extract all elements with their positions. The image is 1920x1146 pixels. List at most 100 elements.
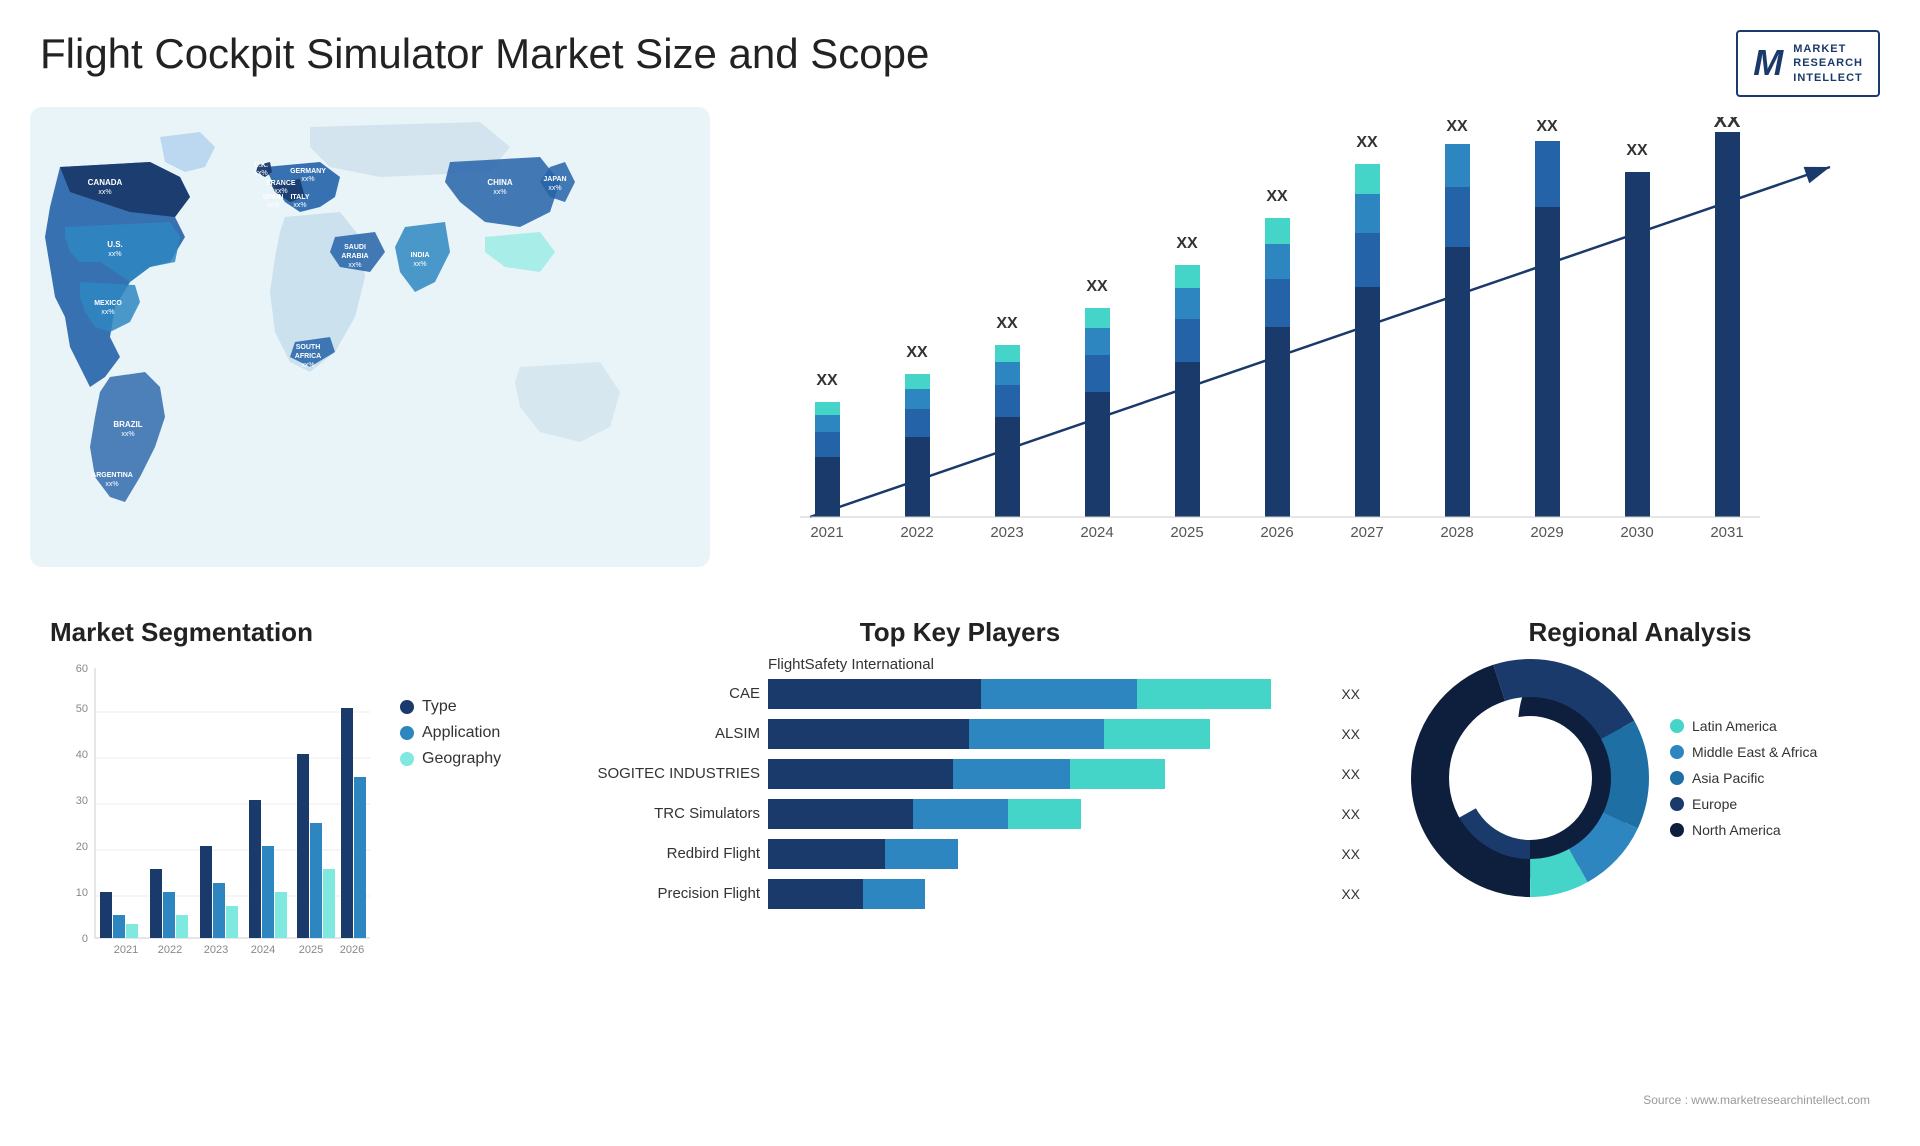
player-bar-seg1-redbird [768,839,885,869]
segmentation-section: Market Segmentation 0 10 20 30 40 50 60 [30,607,530,1127]
player-bar-seg1-alsim [768,719,969,749]
top-section: CANADA xx% U.S. xx% MEXICO xx% BRAZIL xx… [0,107,1920,597]
svg-text:MEXICO: MEXICO [94,300,122,307]
svg-text:20: 20 [76,841,88,853]
svg-text:XX: XX [996,315,1018,332]
player-row-redbird: Redbird Flight XX [560,839,1360,869]
svg-text:2026: 2026 [1260,524,1293,541]
legend-label-asia-pacific: Asia Pacific [1692,770,1764,786]
player-bar-seg2-precision [863,879,925,909]
segmentation-title: Market Segmentation [50,617,510,648]
svg-text:ARABIA: ARABIA [341,253,368,260]
svg-text:2026: 2026 [340,944,364,956]
legend-color-latin-america [1670,719,1684,733]
svg-text:2023: 2023 [990,524,1023,541]
svg-text:xx%: xx% [301,362,314,369]
svg-text:xx%: xx% [413,261,426,268]
player-name-redbird: Redbird Flight [560,845,760,862]
legend-color-north-america [1670,823,1684,837]
svg-text:XX: XX [1266,188,1288,205]
player-bar-seg1-sogitec [768,759,953,789]
players-section: Top Key Players FlightSafety Internation… [530,607,1390,1127]
player-row-cae: CAE XX [560,679,1360,709]
segmentation-legend: Type Application Geography [400,698,501,768]
svg-text:10: 10 [76,887,88,899]
player-bar-seg3-alsim [1104,719,1210,749]
svg-text:U.S.: U.S. [107,240,123,249]
world-map: CANADA xx% U.S. xx% MEXICO xx% BRAZIL xx… [30,107,710,567]
player-bar-seg2-cae [981,679,1138,709]
player-row-trc: TRC Simulators XX [560,799,1360,829]
svg-text:ITALY: ITALY [290,194,309,201]
svg-text:2031: 2031 [1710,524,1743,541]
legend-europe: Europe [1670,796,1817,812]
svg-text:xx%: xx% [98,189,111,196]
growth-chart-area: XX XX XX XX XX [710,107,1890,597]
svg-text:2029: 2029 [1530,524,1563,541]
legend-item-type: Type [400,698,501,716]
legend-color-asia-pacific [1670,771,1684,785]
regional-title: Regional Analysis [1410,617,1870,648]
svg-text:xx%: xx% [101,309,114,316]
player-bar-alsim [768,719,1327,749]
growth-bar-chart: XX XX XX XX XX [730,117,1870,567]
svg-text:xx%: xx% [548,185,561,192]
svg-text:XX: XX [1176,235,1198,252]
player-row-precision: Precision Flight XX [560,879,1360,909]
player-bar-seg1-precision [768,879,863,909]
svg-text:xx%: xx% [121,431,134,438]
player-bar-seg3-trc [1008,799,1081,829]
legend-label-geography: Geography [422,750,501,768]
players-subtitle: FlightSafety International [768,656,1360,673]
svg-text:2024: 2024 [1080,524,1113,541]
svg-text:SOUTH: SOUTH [296,344,321,351]
bottom-section: Market Segmentation 0 10 20 30 40 50 60 [0,597,1920,1127]
legend-middle-east: Middle East & Africa [1670,744,1817,760]
player-bar-seg2-trc [913,799,1008,829]
source-text: Source : www.marketresearchintellect.com [1643,1093,1870,1107]
svg-text:0: 0 [82,933,88,945]
svg-text:CANADA: CANADA [88,178,123,187]
svg-text:40: 40 [76,749,88,761]
player-bar-seg3-cae [1137,679,1271,709]
player-bar-sogitec [768,759,1327,789]
svg-text:xx%: xx% [301,176,314,183]
player-bar-cae [768,679,1327,709]
svg-text:xx%: xx% [108,251,121,258]
segmentation-chart: 0 10 20 30 40 50 60 [50,658,390,988]
svg-text:2022: 2022 [900,524,933,541]
svg-text:INDIA: INDIA [410,252,429,259]
player-value-cae: XX [1341,686,1360,702]
player-name-cae: CAE [560,685,760,702]
legend-label-application: Application [422,724,500,742]
svg-text:XX: XX [906,344,928,361]
svg-text:2030: 2030 [1620,524,1653,541]
player-row-sogitec: SOGITEC INDUSTRIES XX [560,759,1360,789]
donut-container: Latin America Middle East & Africa Asia … [1410,658,1870,898]
svg-text:50: 50 [76,703,88,715]
svg-text:60: 60 [76,663,88,675]
page-title: Flight Cockpit Simulator Market Size and… [40,30,929,78]
svg-text:xx%: xx% [348,262,361,269]
legend-color-middle-east [1670,745,1684,759]
player-name-trc: TRC Simulators [560,805,760,822]
svg-text:XX: XX [1086,278,1108,295]
svg-text:SAUDI: SAUDI [344,244,366,251]
svg-text:JAPAN: JAPAN [543,176,566,183]
svg-text:XX: XX [1536,118,1558,135]
player-bar-seg1-cae [768,679,981,709]
svg-text:AFRICA: AFRICA [295,353,321,360]
svg-text:XX: XX [1626,142,1648,159]
player-bar-seg1-trc [768,799,913,829]
svg-text:U.K.: U.K. [254,162,268,169]
svg-text:xx%: xx% [266,202,279,209]
svg-text:2025: 2025 [1170,524,1203,541]
player-bar-seg2-redbird [885,839,958,869]
svg-text:XX: XX [1714,117,1741,132]
player-bar-precision [768,879,1327,909]
svg-text:xx%: xx% [293,202,306,209]
svg-text:xx%: xx% [254,170,267,177]
svg-text:30: 30 [76,795,88,807]
legend-color-europe [1670,797,1684,811]
legend-item-application: Application [400,724,501,742]
